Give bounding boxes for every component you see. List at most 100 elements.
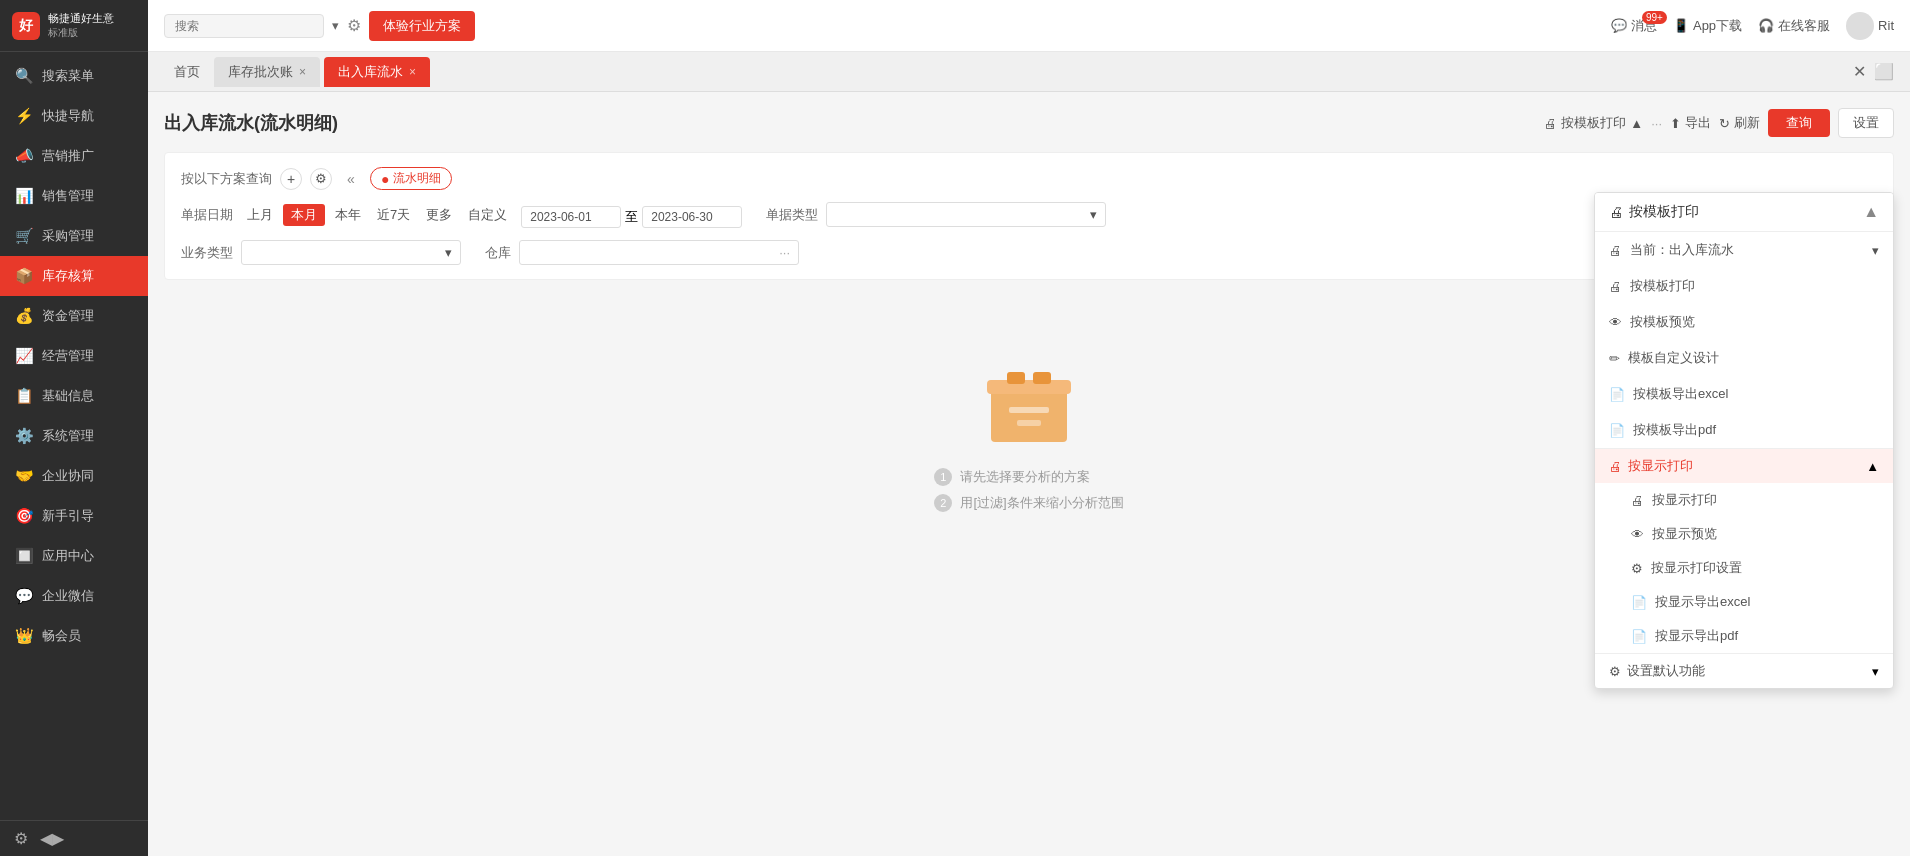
sidebar-item-coop[interactable]: 🤝 企业协同 — [0, 456, 148, 496]
main-content: ▾ ⚙ 体验行业方案 💬 消息 99+ 📱 App下载 🎧 在线客服 — [148, 0, 1910, 856]
date-btn-last-month[interactable]: 上月 — [241, 204, 279, 226]
display-section-icon: 🖨 — [1609, 459, 1622, 474]
sidebar-footer: ⚙ ◀▶ — [0, 820, 148, 856]
dropdown-section-header[interactable]: 🖨 按显示打印 ▲ — [1595, 449, 1893, 483]
message-button[interactable]: 💬 消息 99+ — [1611, 17, 1657, 35]
sidebar-item-basic-info[interactable]: 📋 基础信息 — [0, 376, 148, 416]
tab-home[interactable]: 首页 — [164, 57, 210, 87]
date-btn-this-month[interactable]: 本月 — [283, 204, 325, 226]
filter-biz-type-select[interactable]: ▾ — [241, 240, 461, 265]
dropdown-sub-item-display-excel[interactable]: 📄 按显示导出excel — [1595, 585, 1893, 619]
dropdown-toggle-button[interactable]: ▲ — [1863, 203, 1879, 221]
header-left: ▾ ⚙ 体验行业方案 — [164, 11, 1601, 41]
system-icon: ⚙️ — [14, 426, 34, 446]
sidebar-item-search[interactable]: 🔍 搜索菜单 — [0, 56, 148, 96]
sidebar-item-system[interactable]: ⚙️ 系统管理 — [0, 416, 148, 456]
filter-doc-type-group: 单据类型 ▾ — [766, 202, 1106, 227]
sidebar-item-label: 新手引导 — [42, 507, 94, 525]
refresh-icon: ↻ — [1719, 116, 1730, 131]
window-maximize-button[interactable]: ⬜ — [1874, 62, 1894, 81]
sidebar-item-label: 营销推广 — [42, 147, 94, 165]
dropdown-sub-item-display-print[interactable]: 🖨 按显示打印 — [1595, 483, 1893, 517]
filter-warehouse-group: 仓库 ··· — [485, 240, 799, 265]
tab-batch-account-close[interactable]: × — [299, 65, 306, 79]
date-btn-7days[interactable]: 近7天 — [371, 204, 416, 226]
app-name: 畅捷通好生意 — [48, 11, 114, 25]
header-search-input[interactable] — [164, 14, 324, 38]
trial-button[interactable]: 体验行业方案 — [369, 11, 475, 41]
sidebar-item-wechat[interactable]: 💬 企业微信 — [0, 576, 148, 616]
settings-footer-icon[interactable]: ⚙ — [14, 829, 28, 848]
filter-warehouse-select[interactable]: ··· — [519, 240, 799, 265]
dropdown-item-template-export-pdf[interactable]: 📄 按模板导出pdf — [1595, 412, 1893, 448]
filter-settings-button[interactable]: ⚙ — [310, 168, 332, 190]
app-logo: 好 畅捷通好生意 标准版 — [0, 0, 148, 52]
date-btn-custom[interactable]: 自定义 — [462, 204, 513, 226]
page-title-bar: 出入库流水(流水明细) 🖨 按模板打印 ▲ ··· ⬆ 导出 ↻ 刷新 — [164, 108, 1894, 138]
date-from-input[interactable] — [521, 206, 621, 228]
date-to-input[interactable] — [642, 206, 742, 228]
print-button[interactable]: 🖨 按模板打印 ▲ — [1544, 114, 1643, 132]
dropdown-item-template-preview[interactable]: 👁 按模板预览 — [1595, 304, 1893, 340]
filter-tag[interactable]: ● 流水明细 — [370, 167, 452, 190]
date-input-group: 至 — [521, 206, 742, 228]
sidebar-item-label: 经营管理 — [42, 347, 94, 365]
export-button[interactable]: ⬆ 导出 — [1670, 114, 1711, 132]
sidebar-item-label: 采购管理 — [42, 227, 94, 245]
query-button[interactable]: 查询 — [1768, 109, 1830, 137]
filter-doc-type-arrow: ▾ — [1090, 207, 1097, 222]
sidebar-item-sales[interactable]: 📊 销售管理 — [0, 176, 148, 216]
tab-flow-close[interactable]: × — [409, 65, 416, 79]
settings-button[interactable]: 设置 — [1838, 108, 1894, 138]
filter-date-label: 单据日期 — [181, 206, 233, 224]
filter-collapse-button[interactable]: « — [340, 168, 362, 190]
filter-add-button[interactable]: + — [280, 168, 302, 190]
date-separator: 至 — [625, 208, 638, 226]
sidebar-item-label: 销售管理 — [42, 187, 94, 205]
app-download-button[interactable]: 📱 App下载 — [1673, 17, 1742, 35]
dropdown-section-display: 🖨 按显示打印 ▲ 🖨 按显示打印 👁 按显示预览 ⚙ — [1595, 448, 1893, 653]
sidebar-item-inventory[interactable]: 📦 库存核算 — [0, 256, 148, 296]
dropdown-item-template-print[interactable]: 🖨 按模板打印 — [1595, 268, 1893, 304]
display-excel-icon: 📄 — [1631, 595, 1647, 610]
tab-batch-account[interactable]: 库存批次账 × — [214, 57, 320, 87]
filter-doc-type-select[interactable]: ▾ — [826, 202, 1106, 227]
header-gear-icon[interactable]: ⚙ — [347, 16, 361, 35]
display-settings-label: 按显示打印设置 — [1651, 559, 1742, 577]
sidebar-item-member[interactable]: 👑 畅会员 — [0, 616, 148, 656]
window-close-button[interactable]: ✕ — [1853, 62, 1866, 81]
dropdown-footer[interactable]: ⚙ 设置默认功能 ▾ — [1595, 653, 1893, 688]
online-service-button[interactable]: 🎧 在线客服 — [1758, 17, 1830, 35]
tab-flow[interactable]: 出入库流水 × — [324, 57, 430, 87]
dropdown-item-template-customize[interactable]: ✏ 模板自定义设计 — [1595, 340, 1893, 376]
online-service-label: 在线客服 — [1778, 17, 1830, 35]
template-pdf-icon: 📄 — [1609, 423, 1625, 438]
dropdown-current-label: 当前：出入库流水 — [1630, 241, 1734, 259]
header-dropdown-button[interactable]: ▾ — [332, 18, 339, 33]
more-options-icon[interactable]: ··· — [1651, 116, 1662, 131]
collapse-sidebar-icon[interactable]: ◀▶ — [40, 829, 64, 848]
member-icon: 👑 — [14, 626, 34, 646]
basic-info-icon: 📋 — [14, 386, 34, 406]
sidebar-item-quick-nav[interactable]: ⚡ 快捷导航 — [0, 96, 148, 136]
date-btn-more[interactable]: 更多 — [420, 204, 458, 226]
sidebar-item-app-center[interactable]: 🔲 应用中心 — [0, 536, 148, 576]
filter-biz-type-label: 业务类型 — [181, 244, 233, 262]
user-avatar-button[interactable]: Rit — [1846, 12, 1894, 40]
dropdown-current-item[interactable]: 🖨 当前：出入库流水 ▾ — [1595, 232, 1893, 268]
sidebar-item-guide[interactable]: 🎯 新手引导 — [0, 496, 148, 536]
dropdown-item-template-export-excel[interactable]: 📄 按模板导出excel — [1595, 376, 1893, 412]
sidebar-item-operations[interactable]: 📈 经营管理 — [0, 336, 148, 376]
refresh-button[interactable]: ↻ 刷新 — [1719, 114, 1760, 132]
sidebar-item-marketing[interactable]: 📣 营销推广 — [0, 136, 148, 176]
dropdown-sub-item-display-settings[interactable]: ⚙ 按显示打印设置 — [1595, 551, 1893, 585]
dropdown-sub-item-display-preview[interactable]: 👁 按显示预览 — [1595, 517, 1893, 551]
filter-warehouse-more[interactable]: ··· — [779, 245, 790, 260]
sidebar-item-finance[interactable]: 💰 资金管理 — [0, 296, 148, 336]
date-btn-this-year[interactable]: 本年 — [329, 204, 367, 226]
coop-icon: 🤝 — [14, 466, 34, 486]
date-filter-options: 上月 本月 本年 近7天 更多 自定义 — [241, 204, 513, 226]
sidebar-item-purchase[interactable]: 🛒 采购管理 — [0, 216, 148, 256]
inventory-icon: 📦 — [14, 266, 34, 286]
dropdown-sub-item-display-pdf[interactable]: 📄 按显示导出pdf — [1595, 619, 1893, 653]
